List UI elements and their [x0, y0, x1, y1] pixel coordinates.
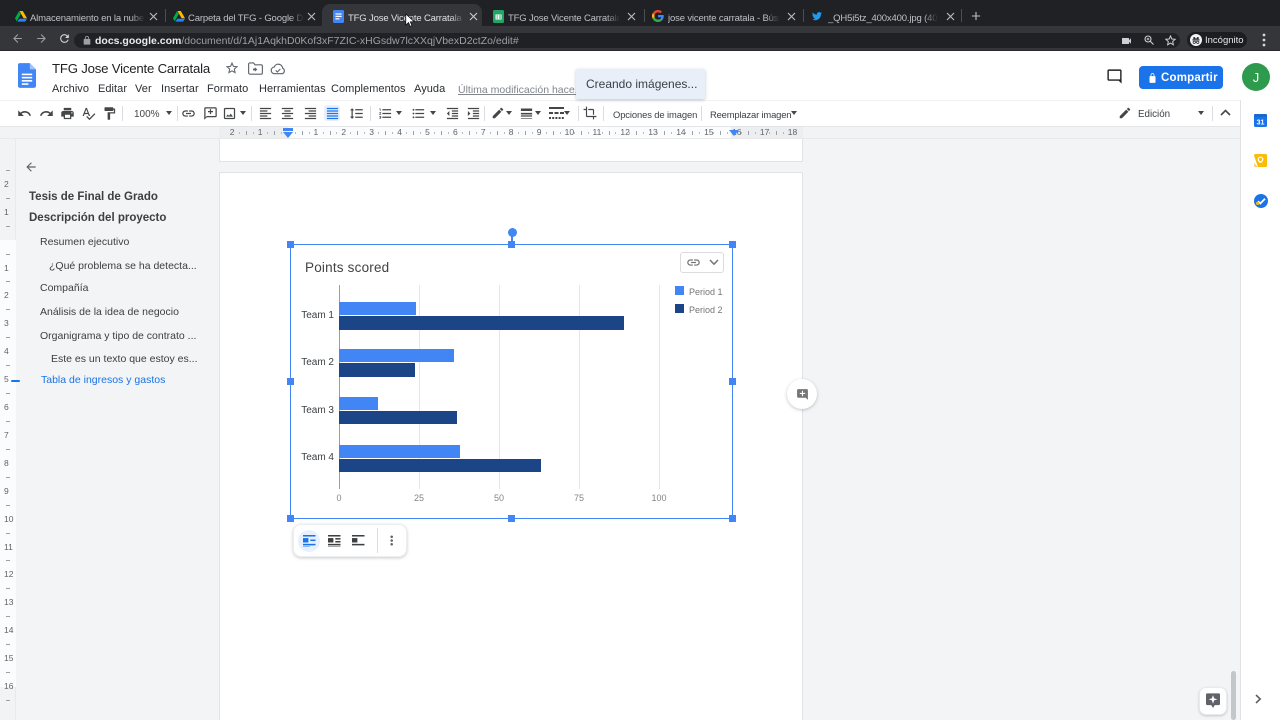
- svg-text:31: 31: [1256, 120, 1264, 127]
